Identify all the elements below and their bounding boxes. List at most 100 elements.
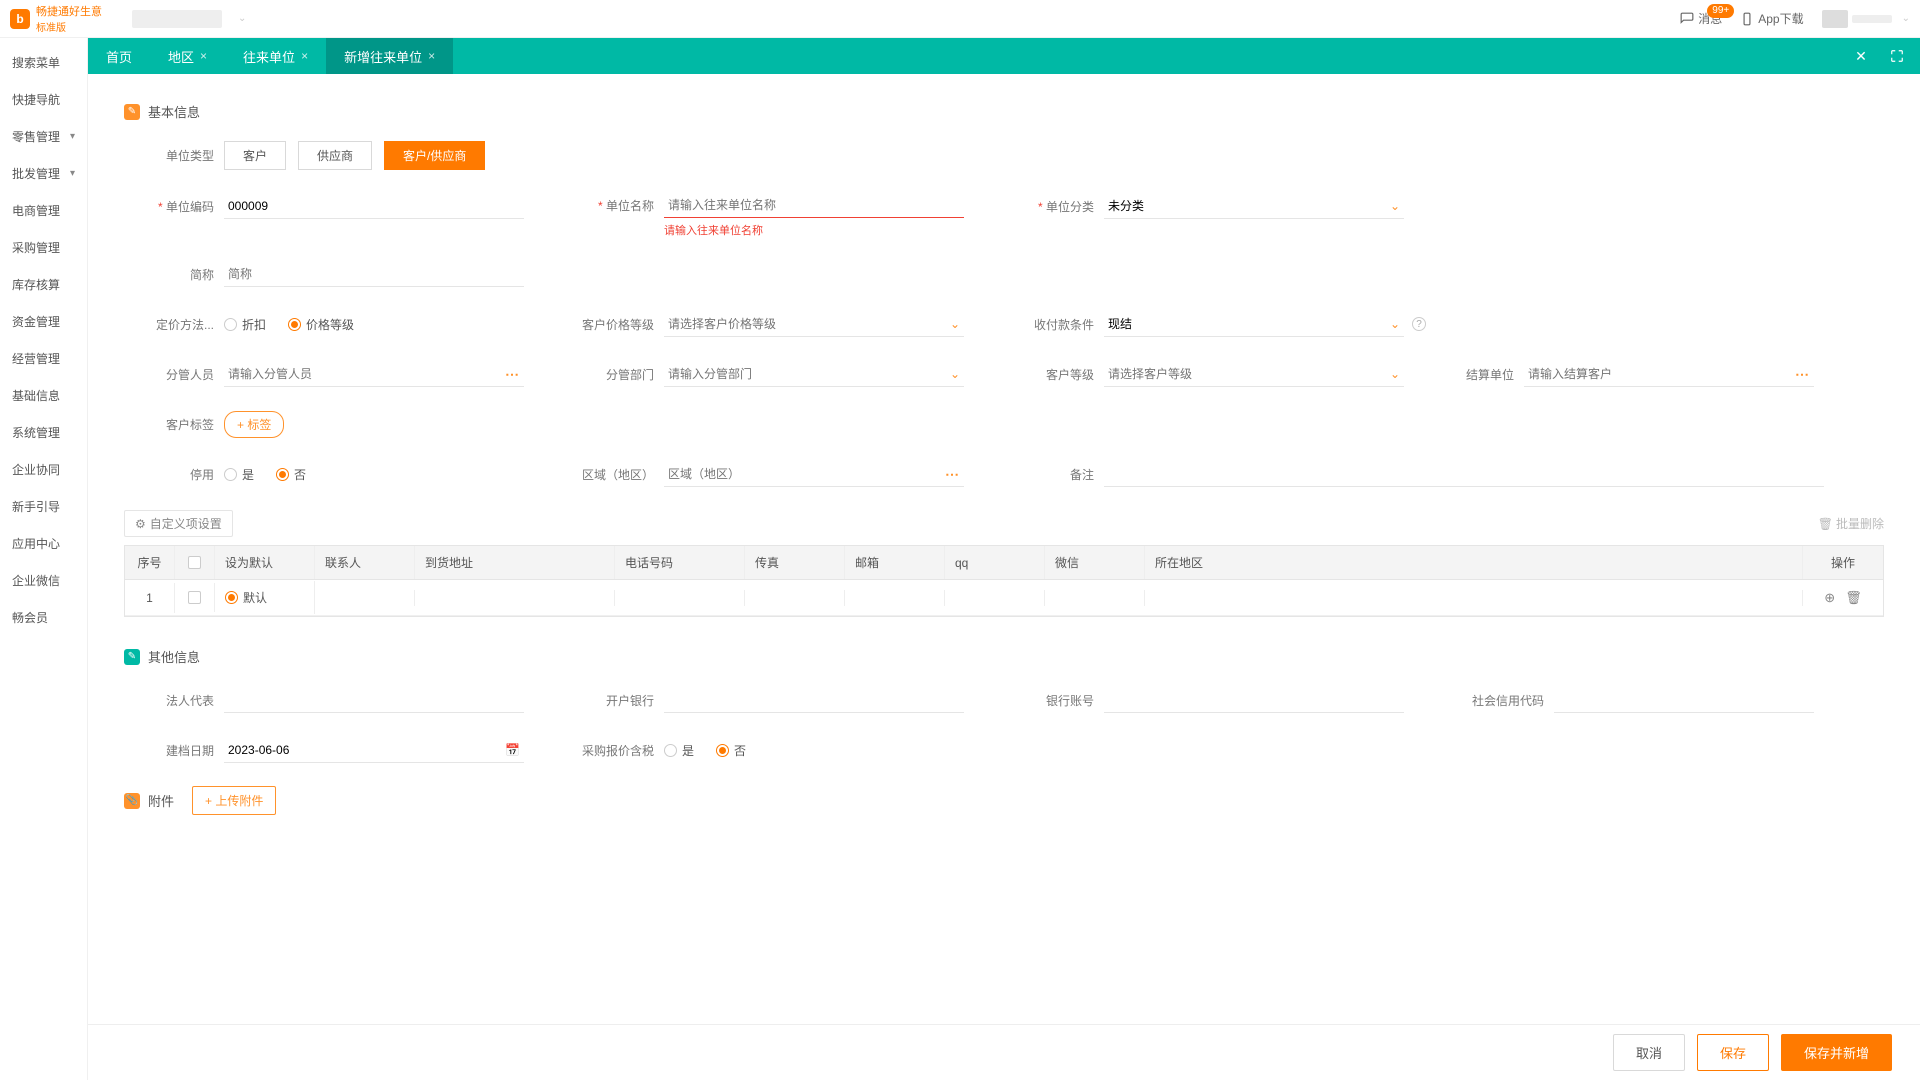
save-button[interactable]: 保存 — [1697, 1034, 1769, 1071]
column-header: 电话号码 — [615, 546, 745, 579]
cell-contact[interactable] — [315, 590, 415, 606]
cell-phone[interactable] — [615, 590, 745, 606]
sidebar-item[interactable]: 系统管理 — [0, 414, 87, 451]
tab-label: 首页 — [106, 47, 132, 66]
cell-wechat[interactable] — [1045, 590, 1145, 606]
cell-qq[interactable] — [945, 590, 1045, 606]
tab-close-all[interactable]: ✕ — [1848, 43, 1874, 69]
unit-code-input[interactable] — [224, 193, 524, 219]
default-radio[interactable]: 默认 — [225, 589, 267, 606]
department-input[interactable] — [664, 361, 964, 387]
remark-input[interactable] — [1104, 461, 1824, 487]
credit-code-input[interactable] — [1554, 687, 1814, 713]
save-and-new-button[interactable]: 保存并新增 — [1781, 1034, 1892, 1071]
tab[interactable]: 地区× — [150, 38, 225, 74]
sidebar-item[interactable]: 新手引导 — [0, 488, 87, 525]
customer-price-level-label: 客户价格等级 — [564, 316, 664, 333]
radio-option[interactable]: 否 — [276, 466, 306, 483]
region-label: 区域（地区） — [564, 466, 664, 483]
create-date-input[interactable] — [224, 737, 524, 763]
sidebar-item[interactable]: 库存核算 — [0, 266, 87, 303]
bank-input[interactable] — [664, 687, 964, 713]
cancel-button[interactable]: 取消 — [1613, 1034, 1685, 1071]
sidebar-item[interactable]: 基础信息 — [0, 377, 87, 414]
sidebar-item[interactable]: 经营管理 — [0, 340, 87, 377]
radio-option[interactable]: 否 — [716, 742, 746, 759]
calendar-icon[interactable]: 📅 — [505, 743, 520, 757]
messages-button[interactable]: 消息 99+ — [1680, 10, 1722, 27]
sidebar-item-label: 快捷导航 — [12, 91, 60, 108]
unit-type-option[interactable]: 客户 — [224, 141, 286, 170]
tab[interactable]: 首页 — [88, 38, 150, 74]
radio-option[interactable]: 折扣 — [224, 316, 266, 333]
sidebar-item-label: 应用中心 — [12, 535, 60, 552]
unit-type-option[interactable]: 客户/供应商 — [384, 141, 485, 170]
sidebar-item[interactable]: 企业协同 — [0, 451, 87, 488]
column-header: 操作 — [1803, 546, 1883, 579]
user-menu[interactable]: ⌄ — [1822, 10, 1910, 28]
unit-category-input[interactable] — [1104, 193, 1404, 219]
upload-button[interactable]: + 上传附件 — [192, 786, 276, 815]
row-checkbox[interactable] — [188, 591, 201, 604]
logo-icon: b — [10, 9, 30, 29]
cell-email[interactable] — [845, 590, 945, 606]
section-icon: ✎ — [124, 104, 140, 120]
sidebar-item[interactable]: 批发管理▾ — [0, 155, 87, 192]
sidebar-item[interactable]: 零售管理▾ — [0, 118, 87, 155]
tab[interactable]: 新增往来单位× — [326, 38, 453, 74]
customer-level-label: 客户等级 — [1004, 366, 1104, 383]
cell-region[interactable] — [1145, 590, 1803, 606]
org-selector[interactable]: ⌄ — [132, 10, 246, 28]
settle-unit-label: 结算单位 — [1444, 366, 1524, 383]
radio-option[interactable]: 是 — [224, 466, 254, 483]
sidebar-item[interactable]: 资金管理 — [0, 303, 87, 340]
help-icon[interactable]: ? — [1412, 317, 1426, 331]
legal-person-input[interactable] — [224, 687, 524, 713]
sidebar-item[interactable]: 采购管理 — [0, 229, 87, 266]
unit-type-option[interactable]: 供应商 — [298, 141, 372, 170]
radio-option[interactable]: 是 — [664, 742, 694, 759]
settle-unit-input[interactable] — [1524, 361, 1814, 387]
region-input[interactable] — [664, 461, 964, 487]
column-header: 所在地区 — [1145, 546, 1803, 579]
credit-code-label: 社会信用代码 — [1444, 692, 1554, 709]
sidebar-item-label: 搜索菜单 — [12, 54, 60, 71]
manager-label: 分管人员 — [124, 366, 224, 383]
customer-level-input[interactable] — [1104, 361, 1404, 387]
sidebar-item[interactable]: 快捷导航 — [0, 81, 87, 118]
add-row-icon[interactable]: ⊕ — [1824, 590, 1835, 606]
short-name-input[interactable] — [224, 261, 524, 287]
radio-icon — [276, 468, 289, 481]
tab-close-icon[interactable]: × — [301, 49, 308, 63]
department-label: 分管部门 — [564, 366, 664, 383]
row-index: 1 — [125, 583, 175, 613]
sidebar-item[interactable]: 畅会员 — [0, 599, 87, 636]
sidebar-item[interactable]: 应用中心 — [0, 525, 87, 562]
sidebar-item-label: 经营管理 — [12, 350, 60, 367]
org-placeholder — [132, 10, 222, 28]
delete-row-icon[interactable]: 🗑 — [1845, 590, 1862, 606]
add-tag-button[interactable]: + 标签 — [224, 411, 284, 438]
tab[interactable]: 往来单位× — [225, 38, 326, 74]
fullscreen-button[interactable] — [1884, 43, 1910, 69]
default-label: 默认 — [243, 589, 267, 606]
custom-fields-button[interactable]: ⚙ 自定义项设置 — [124, 510, 233, 537]
sidebar-item[interactable]: 电商管理 — [0, 192, 87, 229]
tab-close-icon[interactable]: × — [200, 49, 207, 63]
radio-icon — [224, 318, 237, 331]
payment-terms-input[interactable] — [1104, 311, 1404, 337]
app-download-button[interactable]: App下载 — [1740, 10, 1803, 27]
batch-delete-button[interactable]: 🗑 批量删除 — [1818, 515, 1884, 532]
manager-input[interactable] — [224, 361, 524, 387]
unit-name-input[interactable] — [664, 192, 964, 218]
cell-fax[interactable] — [745, 590, 845, 606]
select-all-checkbox[interactable] — [188, 556, 201, 569]
tab-close-icon[interactable]: × — [428, 49, 435, 63]
bank-account-input[interactable] — [1104, 687, 1404, 713]
customer-price-level-input[interactable] — [664, 311, 964, 337]
sidebar-item[interactable]: 搜索菜单 — [0, 44, 87, 81]
legal-person-label: 法人代表 — [124, 692, 224, 709]
cell-address[interactable] — [415, 590, 615, 606]
radio-option[interactable]: 价格等级 — [288, 316, 354, 333]
sidebar-item[interactable]: 企业微信 — [0, 562, 87, 599]
